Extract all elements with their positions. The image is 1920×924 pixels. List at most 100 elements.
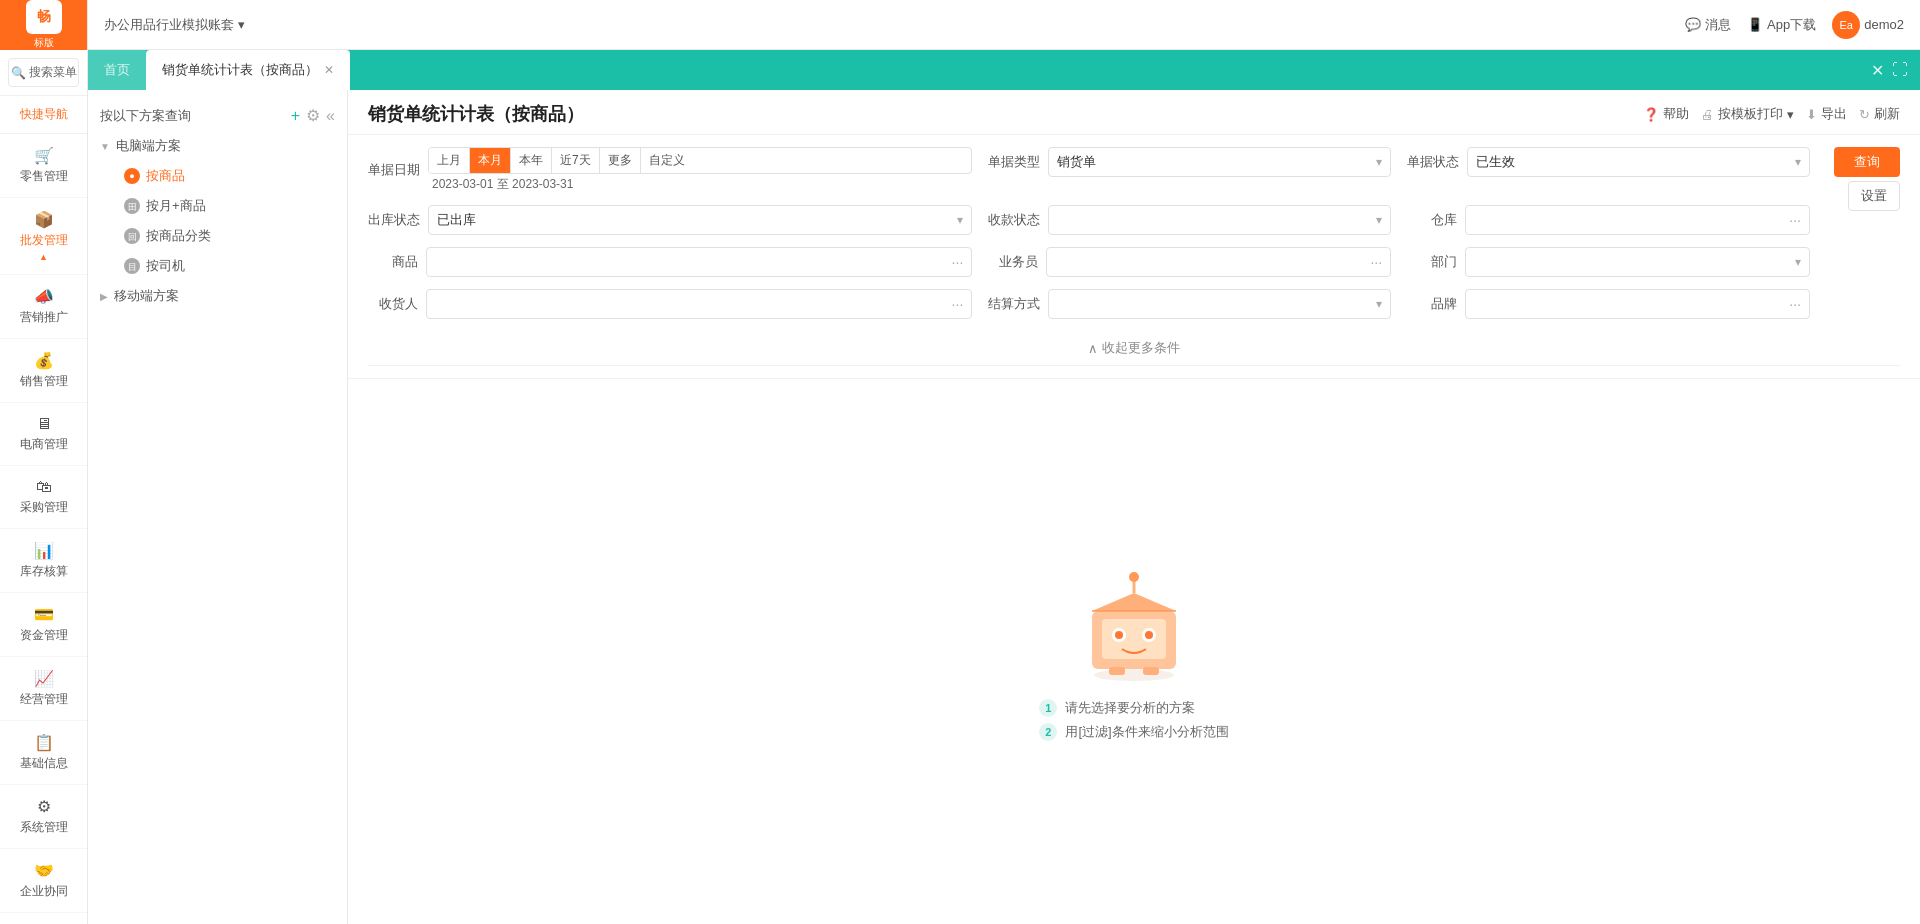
tree-mobile-label: 移动端方案 [114, 287, 179, 305]
filter-brand: 品牌 ··· [1407, 289, 1810, 319]
collapse-panel-button[interactable]: « [326, 107, 335, 125]
sidebar-nav-item-operations[interactable]: 📈 经营管理 [0, 657, 87, 721]
operations-icon: 📈 [34, 669, 54, 688]
tree-mobile-group[interactable]: ▶ 移动端方案 [88, 281, 347, 311]
doc-status-chevron-icon: ▾ [1795, 155, 1801, 169]
out-status-control[interactable]: 已出库 ▾ [428, 205, 972, 235]
retail-icon: 🛒 [34, 146, 54, 165]
warehouse-label: 仓库 [1407, 211, 1457, 229]
sidebar-nav-item-inventory[interactable]: 📊 库存核算 [0, 529, 87, 593]
filter-payment: 结算方式 ▾ [988, 289, 1391, 319]
tab-close-icon[interactable]: ✕ [324, 63, 334, 77]
tab-sales-stats-label: 销货单统计计表（按商品） [162, 61, 318, 79]
tab-sales-stats[interactable]: 销货单统计计表（按商品） ✕ [146, 50, 350, 90]
date-btn-7days[interactable]: 近7天 [552, 148, 600, 173]
settings-button[interactable]: 设置 [1848, 181, 1900, 211]
export-button[interactable]: ⬇ 导出 [1806, 105, 1847, 123]
left-panel-title: 按以下方案查询 [100, 107, 191, 125]
recipient-control[interactable]: ··· [426, 289, 972, 319]
add-scheme-button[interactable]: + [291, 107, 300, 125]
tree-pc-group[interactable]: ▼ 电脑端方案 [88, 131, 347, 161]
right-panel: 销货单统计计表（按商品） ❓ 帮助 🖨 按模板打印 ▾ ⬇ 导出 [348, 90, 1920, 924]
sidebar-nav-item-retail[interactable]: 🛒 零售管理 [0, 134, 87, 198]
payment-chevron-icon: ▾ [1376, 297, 1382, 311]
product-dots-icon[interactable]: ··· [952, 254, 964, 270]
receipt-status-chevron-icon: ▾ [1376, 213, 1382, 227]
settings-scheme-button[interactable]: ⚙ [306, 106, 320, 125]
date-btn-custom[interactable]: 自定义 [641, 148, 693, 173]
finance-icon: 💳 [34, 605, 54, 624]
wholesale-icon: 📦 [34, 210, 54, 229]
department-label: 部门 [1407, 253, 1457, 271]
tree-mobile-arrow-icon: ▶ [100, 291, 108, 302]
message-button[interactable]: 💬 消息 [1685, 16, 1731, 34]
filter-row-1: 单据日期 上月 本月 本年 近7天 更多 自定义 [368, 147, 1810, 193]
sales-icon: 💰 [34, 351, 54, 370]
warehouse-dots-icon[interactable]: ··· [1789, 212, 1801, 228]
date-btn-more[interactable]: 更多 [600, 148, 641, 173]
date-btn-last-month[interactable]: 上月 [429, 148, 470, 173]
empty-svg [1064, 563, 1204, 683]
sidebar-nav-item-purchase[interactable]: 🛍 采购管理 [0, 466, 87, 529]
tab-home[interactable]: 首页 [88, 50, 146, 90]
warehouse-control[interactable]: ··· [1465, 205, 1810, 235]
export-icon: ⬇ [1806, 107, 1817, 122]
date-range-display: 2023-03-01 至 2023-03-31 [428, 176, 972, 193]
industry-dropdown[interactable]: 办公用品行业模拟账套 ▾ [104, 16, 245, 34]
date-control: 上月 本月 本年 近7天 更多 自定义 [428, 147, 972, 174]
industry-chevron-icon: ▾ [238, 17, 245, 32]
doc-type-control[interactable]: 销货单 ▾ [1048, 147, 1391, 177]
ecommerce-icon: 🖥 [36, 415, 52, 433]
user-menu[interactable]: Ea demo2 [1832, 11, 1904, 39]
date-btn-this-month[interactable]: 本月 [470, 148, 511, 173]
app-download-button[interactable]: 📱 App下载 [1747, 16, 1816, 34]
refresh-button[interactable]: ↻ 刷新 [1859, 105, 1900, 123]
refresh-icon: ↻ [1859, 107, 1870, 122]
sidebar-nav-item-wholesale[interactable]: 📦 批发管理 ▲ [0, 198, 87, 275]
sidebar-nav-item-enterprise[interactable]: 🤝 企业协同 [0, 849, 87, 913]
tree-item-by-product[interactable]: ● 按商品 [88, 161, 347, 191]
collapse-filters-button[interactable]: ∧ 收起更多条件 [368, 331, 1900, 366]
payment-control[interactable]: ▾ [1048, 289, 1391, 319]
system-icon: ⚙ [37, 797, 51, 816]
filter-doc-status: 单据状态 已生效 ▾ [1407, 147, 1810, 177]
template-print-button[interactable]: 🖨 按模板打印 ▾ [1701, 105, 1794, 123]
salesperson-control[interactable]: ··· [1046, 247, 1391, 277]
tree-item-by-month-product[interactable]: 田 按月+商品 [88, 191, 347, 221]
tab-expand-icon[interactable]: ⛶ [1892, 61, 1908, 79]
tree-item-by-category[interactable]: 回 按商品分类 [88, 221, 347, 251]
receipt-status-control[interactable]: ▾ [1048, 205, 1391, 235]
sidebar-nav-item-sales[interactable]: 💰 销售管理 [0, 339, 87, 403]
quick-nav-button[interactable]: 快捷导航 [0, 96, 87, 134]
sidebar-nav-item-marketing[interactable]: 📣 营销推广 [0, 275, 87, 339]
tree-item-by-cashier[interactable]: 目 按司机 [88, 251, 347, 281]
product-control[interactable]: ··· [426, 247, 972, 277]
print-chevron-icon: ▾ [1787, 107, 1794, 122]
tree-arrow-icon: ▼ [100, 141, 110, 152]
enterprise-label: 企业协同 [20, 883, 68, 900]
brand-control[interactable]: ··· [1465, 289, 1810, 319]
purchase-label: 采购管理 [20, 499, 68, 516]
tab-close-all-icon[interactable]: ✕ [1871, 61, 1884, 80]
left-panel-actions: + ⚙ « [291, 106, 335, 125]
sidebar-nav-item-newbie[interactable]: 🎯 新手引导 [0, 913, 87, 924]
empty-hint-1: 1 请先选择要分析的方案 [1039, 699, 1228, 717]
download-icon: 📱 [1747, 17, 1763, 32]
brand-dots-icon[interactable]: ··· [1789, 296, 1801, 312]
doc-status-control[interactable]: 已生效 ▾ [1467, 147, 1810, 177]
empty-hint-2: 2 用[过滤]条件来缩小分析范围 [1039, 723, 1228, 741]
department-control[interactable]: ▾ [1465, 247, 1810, 277]
help-button[interactable]: ❓ 帮助 [1643, 105, 1689, 123]
query-button[interactable]: 查询 [1834, 147, 1900, 177]
collapse-label: 收起更多条件 [1102, 339, 1180, 357]
search-menu-button[interactable]: 🔍 搜索菜单 [8, 58, 79, 87]
sidebar-nav-item-system[interactable]: ⚙ 系统管理 [0, 785, 87, 849]
salesperson-dots-icon[interactable]: ··· [1370, 254, 1382, 270]
sidebar-nav-item-basics[interactable]: 📋 基础信息 [0, 721, 87, 785]
brand-label: 品牌 [1407, 295, 1457, 313]
sidebar-nav-item-finance[interactable]: 💳 资金管理 [0, 593, 87, 657]
date-btn-this-year[interactable]: 本年 [511, 148, 552, 173]
marketing-label: 营销推广 [20, 309, 68, 326]
recipient-dots-icon[interactable]: ··· [952, 296, 964, 312]
sidebar-nav-item-ecommerce[interactable]: 🖥 电商管理 [0, 403, 87, 466]
